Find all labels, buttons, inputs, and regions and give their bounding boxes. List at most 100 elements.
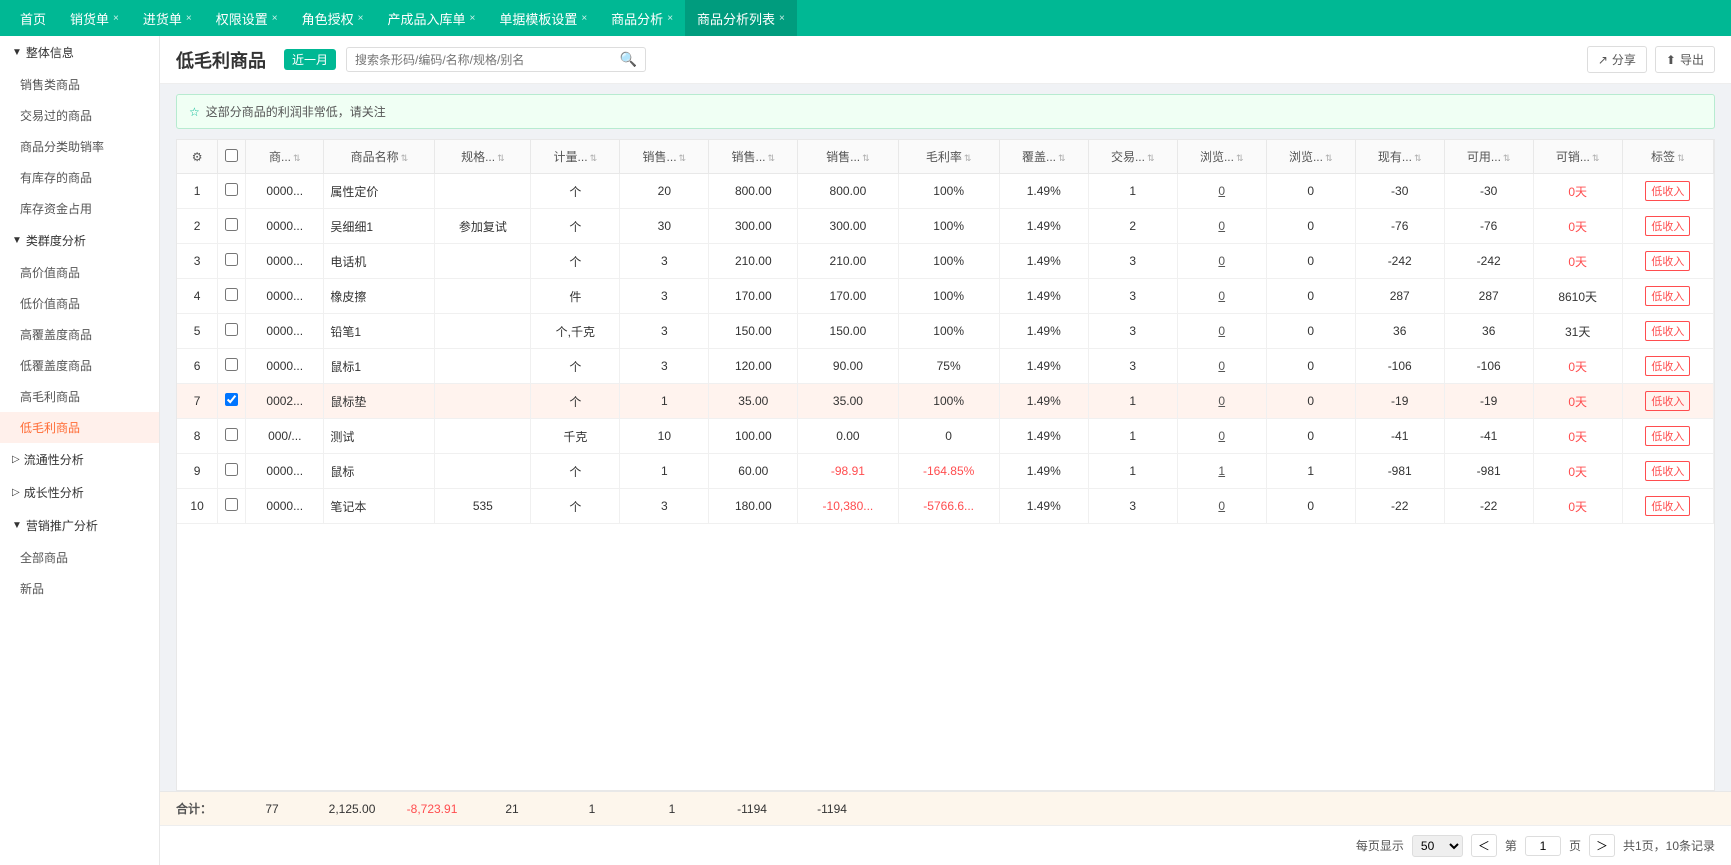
close-icon[interactable]: × [581, 13, 587, 24]
close-icon[interactable]: × [779, 13, 785, 24]
row-views1[interactable]: 1 [1177, 454, 1266, 489]
per-page-select[interactable]: 50 20 100 [1412, 835, 1463, 857]
row-name[interactable]: 铅笔1 [324, 314, 435, 349]
nav-product-analysis[interactable]: 商品分析 × [599, 0, 685, 36]
row-checkbox[interactable] [225, 393, 238, 406]
col-sales-profit[interactable]: 销售...⇅ [798, 140, 898, 174]
sidebar-item-category-sales-rate[interactable]: 商品分类助销率 [0, 131, 159, 162]
col-views1[interactable]: 浏览...⇅ [1177, 140, 1266, 174]
sidebar-group-overall[interactable]: ▼ 整体信息 [0, 36, 159, 69]
row-name[interactable]: 属性定价 [324, 174, 435, 209]
sidebar-item-new-products[interactable]: 新品 [0, 573, 159, 604]
row-views1[interactable]: 0 [1177, 209, 1266, 244]
col-select-all[interactable] [218, 140, 246, 174]
row-checkbox-cell[interactable] [218, 454, 246, 489]
search-icon[interactable]: 🔍 [620, 51, 637, 68]
nav-home[interactable]: 首页 [8, 0, 58, 36]
sidebar-item-low-value[interactable]: 低价值商品 [0, 288, 159, 319]
sidebar-group-growth[interactable]: ▷ 成长性分析 [0, 476, 159, 509]
sidebar-item-high-value[interactable]: 高价值商品 [0, 257, 159, 288]
close-icon[interactable]: × [113, 13, 119, 24]
row-views1[interactable]: 0 [1177, 489, 1266, 524]
sidebar-group-marketing[interactable]: ▼ 营销推广分析 [0, 509, 159, 542]
col-gross-margin[interactable]: 毛利率⇅ [898, 140, 999, 174]
col-sales-amount[interactable]: 销售...⇅ [709, 140, 798, 174]
row-checkbox-cell[interactable] [218, 489, 246, 524]
nav-sales-order[interactable]: 销货单 × [58, 0, 131, 36]
row-views1[interactable]: 0 [1177, 314, 1266, 349]
nav-product-inbound[interactable]: 产成品入库单 × [375, 0, 487, 36]
close-icon[interactable]: × [186, 13, 192, 24]
row-views1[interactable]: 0 [1177, 279, 1266, 314]
nav-permission-settings[interactable]: 权限设置 × [204, 0, 290, 36]
select-all-checkbox[interactable] [225, 149, 238, 162]
export-button[interactable]: ⬆ 导出 [1655, 46, 1715, 73]
col-trade-count[interactable]: 交易...⇅ [1088, 140, 1177, 174]
row-checkbox[interactable] [225, 218, 238, 231]
row-checkbox-cell[interactable] [218, 314, 246, 349]
row-name[interactable]: 电话机 [324, 244, 435, 279]
share-button[interactable]: ↗ 分享 [1587, 46, 1647, 73]
col-sales-qty[interactable]: 销售...⇅ [620, 140, 709, 174]
col-unit[interactable]: 计量...⇅ [531, 140, 620, 174]
col-coverage[interactable]: 覆盖...⇅ [999, 140, 1088, 174]
row-checkbox[interactable] [225, 498, 238, 511]
row-checkbox-cell[interactable] [218, 279, 246, 314]
sidebar-item-high-coverage[interactable]: 高覆盖度商品 [0, 319, 159, 350]
nav-purchase-order[interactable]: 进货单 × [131, 0, 204, 36]
row-checkbox[interactable] [225, 428, 238, 441]
row-checkbox-cell[interactable] [218, 419, 246, 454]
col-settings[interactable]: ⚙ [177, 140, 218, 174]
col-tag[interactable]: 标签⇅ [1622, 140, 1713, 174]
close-icon[interactable]: × [469, 13, 475, 24]
col-current-stock[interactable]: 现有...⇅ [1355, 140, 1444, 174]
close-icon[interactable]: × [667, 13, 673, 24]
page-number-input[interactable] [1525, 836, 1561, 856]
sidebar-group-cluster[interactable]: ▼ 类群度分析 [0, 224, 159, 257]
search-input[interactable] [355, 53, 620, 67]
row-name[interactable]: 测试 [324, 419, 435, 454]
prev-page-button[interactable]: ＜ [1471, 834, 1497, 857]
row-views1[interactable]: 0 [1177, 419, 1266, 454]
row-checkbox-cell[interactable] [218, 349, 246, 384]
row-checkbox[interactable] [225, 358, 238, 371]
row-views1[interactable]: 0 [1177, 384, 1266, 419]
sidebar-item-inventory-capital[interactable]: 库存资金占用 [0, 193, 159, 224]
sidebar-item-low-coverage[interactable]: 低覆盖度商品 [0, 350, 159, 381]
nav-role-auth[interactable]: 角色授权 × [290, 0, 376, 36]
row-views1[interactable]: 0 [1177, 174, 1266, 209]
row-checkbox-cell[interactable] [218, 174, 246, 209]
sidebar-item-low-margin[interactable]: 低毛利商品 [0, 412, 159, 443]
row-name[interactable]: 鼠标垫 [324, 384, 435, 419]
row-checkbox[interactable] [225, 253, 238, 266]
sidebar-item-traded-products[interactable]: 交易过的商品 [0, 100, 159, 131]
row-name[interactable]: 鼠标 [324, 454, 435, 489]
col-code[interactable]: 商...⇅ [246, 140, 324, 174]
row-checkbox-cell[interactable] [218, 209, 246, 244]
col-saleable[interactable]: 可销...⇅ [1533, 140, 1622, 174]
row-views1[interactable]: 0 [1177, 244, 1266, 279]
close-icon[interactable]: × [272, 13, 278, 24]
sidebar-item-all-products[interactable]: 全部商品 [0, 542, 159, 573]
sidebar-item-sales-products[interactable]: 销售类商品 [0, 69, 159, 100]
row-checkbox[interactable] [225, 463, 238, 476]
col-spec[interactable]: 规格...⇅ [435, 140, 531, 174]
col-views2[interactable]: 浏览...⇅ [1266, 140, 1355, 174]
row-name[interactable]: 吴细细1 [324, 209, 435, 244]
row-checkbox[interactable] [225, 288, 238, 301]
row-name[interactable]: 橡皮擦 [324, 279, 435, 314]
sidebar-item-high-margin[interactable]: 高毛利商品 [0, 381, 159, 412]
nav-template-settings[interactable]: 单据模板设置 × [487, 0, 599, 36]
row-name[interactable]: 鼠标1 [324, 349, 435, 384]
sidebar-item-stocked-products[interactable]: 有库存的商品 [0, 162, 159, 193]
sidebar-group-circulation[interactable]: ▷ 流通性分析 [0, 443, 159, 476]
col-name[interactable]: 商品名称⇅ [324, 140, 435, 174]
nav-product-analysis-list[interactable]: 商品分析列表 × [685, 0, 797, 36]
row-checkbox-cell[interactable] [218, 244, 246, 279]
close-icon[interactable]: × [358, 13, 364, 24]
row-views1[interactable]: 0 [1177, 349, 1266, 384]
row-checkbox[interactable] [225, 183, 238, 196]
row-name[interactable]: 笔记本 [324, 489, 435, 524]
next-page-button[interactable]: ＞ [1589, 834, 1615, 857]
col-available[interactable]: 可用...⇅ [1444, 140, 1533, 174]
